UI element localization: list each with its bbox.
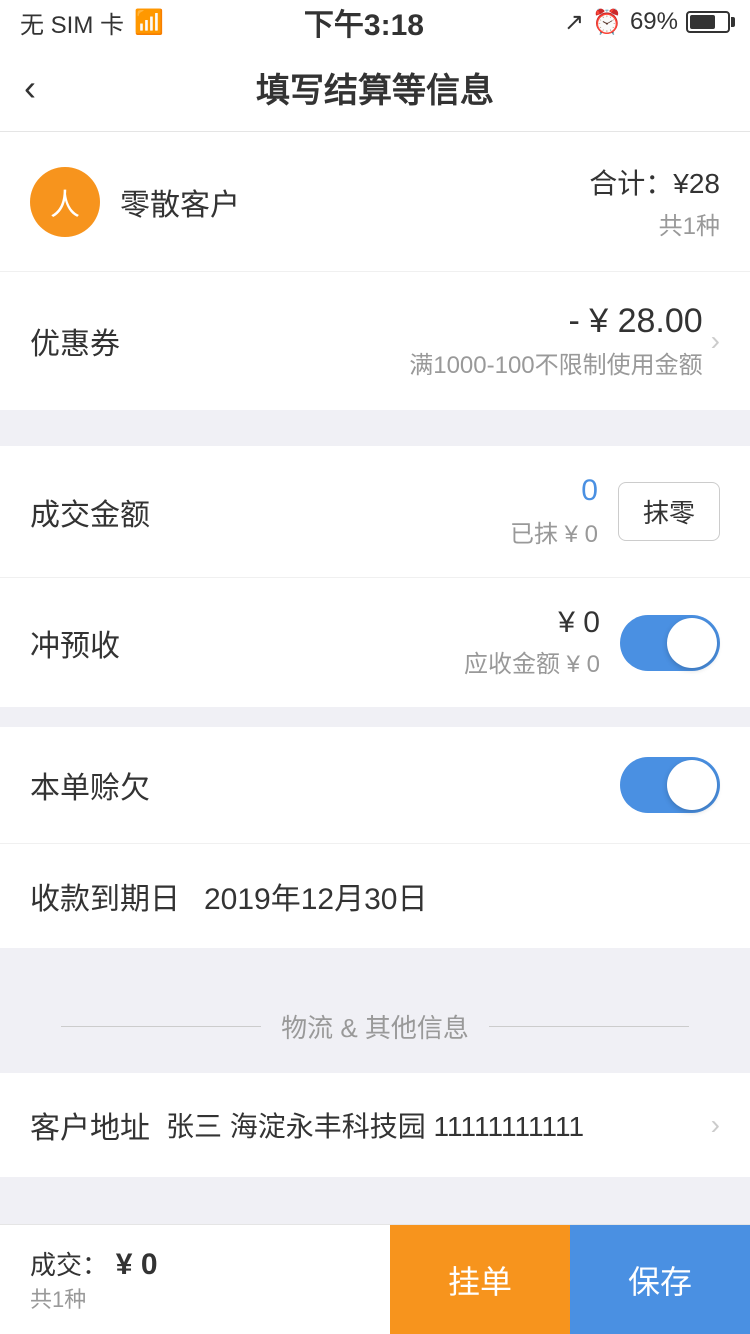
due-date-row: 收款到期日 2019年12月30日 (0, 843, 750, 948)
address-section: 客户地址 张三 海淀永丰科技园 11111111111 › (0, 1073, 750, 1177)
pre-received-amount: ¥ 0 (464, 606, 600, 640)
content: 人 零散客户 合计：¥28 共1种 优惠券 - ¥ 28.00 满1000-10… (0, 132, 750, 1313)
pre-received-row: 冲预收 ¥ 0 应收金额 ¥ 0 (0, 578, 750, 707)
bottom-deal-amount: ¥ 0 (116, 1248, 158, 1281)
alarm-icon: ⏰ (592, 8, 622, 37)
save-button[interactable]: 保存 (570, 1225, 750, 1334)
transaction-label: 成交金额 (30, 490, 150, 534)
transaction-right: 0 已抹 ¥ 0 抹零 (510, 474, 720, 549)
status-right: ↗ ⏰ 69% (564, 8, 730, 37)
address-value: 张三 海淀永丰科技园 11111111111 (166, 1105, 695, 1145)
wifi-icon: 📶 (134, 8, 164, 37)
customer-name: 零散客户 (120, 180, 240, 224)
this-order-label: 本单赊欠 (30, 763, 150, 807)
transaction-value: 0 (510, 474, 598, 508)
logistics-divider: 物流 & 其他信息 (0, 1008, 750, 1045)
nav-bar: ‹ 填写结算等信息 (0, 44, 750, 132)
form-section-1: 成交金额 0 已抹 ¥ 0 抹零 冲预收 ¥ 0 应收金额 ¥ 0 (0, 446, 750, 707)
status-time: 下午3:18 (304, 0, 424, 44)
coupon-amount: - ¥ 28.00 (409, 302, 702, 341)
due-date-value: 2019年12月30日 (204, 874, 427, 918)
round-zero-button[interactable]: 抹零 (618, 482, 720, 541)
bottom-info: 成交： ¥ 0 共1种 (0, 1225, 390, 1334)
logistics-label: 物流 & 其他信息 (281, 1008, 469, 1045)
total-amount: 合计：¥28 (589, 162, 720, 202)
carrier-text: 无 SIM 卡 (20, 5, 124, 40)
transaction-amount-row: 成交金额 0 已抹 ¥ 0 抹零 (0, 446, 750, 578)
customer-total: 合计：¥28 共1种 (589, 162, 720, 241)
pre-received-label: 冲预收 (30, 621, 120, 665)
section-divider-1 (0, 426, 750, 446)
this-order-row: 本单赊欠 (0, 727, 750, 843)
status-left: 无 SIM 卡 📶 (20, 5, 164, 40)
bottom-bar: 成交： ¥ 0 共1种 挂单 保存 (0, 1224, 750, 1334)
page-title: 填写结算等信息 (256, 63, 494, 112)
section-divider-3 (0, 964, 750, 984)
transaction-sub: 已抹 ¥ 0 (510, 514, 598, 549)
pre-received-values: ¥ 0 应收金额 ¥ 0 (464, 606, 600, 679)
coupon-label: 优惠券 (30, 319, 120, 363)
bottom-deal-row: 成交： ¥ 0 (30, 1245, 360, 1282)
coupon-desc: 满1000-100不限制使用金额 (409, 345, 702, 380)
avatar: 人 (30, 167, 100, 237)
pre-received-receivable: 应收金额 ¥ 0 (464, 644, 600, 679)
coupon-right: - ¥ 28.00 满1000-100不限制使用金额 (409, 302, 702, 380)
due-date-label: 收款到期日 (30, 874, 180, 918)
toggle-knob (667, 618, 717, 668)
section-divider-2 (0, 707, 750, 727)
coupon-chevron-icon: › (711, 325, 720, 357)
pending-button[interactable]: 挂单 (390, 1225, 570, 1334)
address-label: 客户地址 (30, 1103, 150, 1147)
total-count: 共1种 (589, 206, 720, 241)
pre-received-toggle[interactable] (620, 615, 720, 671)
coupon-row[interactable]: 优惠券 - ¥ 28.00 满1000-100不限制使用金额 › (0, 271, 750, 410)
this-order-toggle[interactable] (620, 757, 720, 813)
back-button[interactable]: ‹ (24, 67, 36, 109)
status-bar: 无 SIM 卡 📶 下午3:18 ↗ ⏰ 69% (0, 0, 750, 44)
this-order-section: 本单赊欠 收款到期日 2019年12月30日 (0, 727, 750, 948)
location-icon: ↗ (564, 8, 584, 37)
battery-percent: 69% (630, 8, 678, 36)
address-chevron-icon: › (711, 1109, 720, 1141)
this-order-toggle-knob (667, 760, 717, 810)
bottom-count: 共1种 (30, 1282, 360, 1314)
battery-icon (686, 11, 730, 33)
bottom-deal-label: 成交： (30, 1250, 108, 1280)
logistics-section: 物流 & 其他信息 (0, 984, 750, 1069)
address-row[interactable]: 客户地址 张三 海淀永丰科技园 11111111111 › (0, 1073, 750, 1177)
customer-row: 人 零散客户 合计：¥28 共1种 (0, 132, 750, 271)
customer-left: 人 零散客户 (30, 167, 240, 237)
customer-section: 人 零散客户 合计：¥28 共1种 优惠券 - ¥ 28.00 满1000-10… (0, 132, 750, 410)
